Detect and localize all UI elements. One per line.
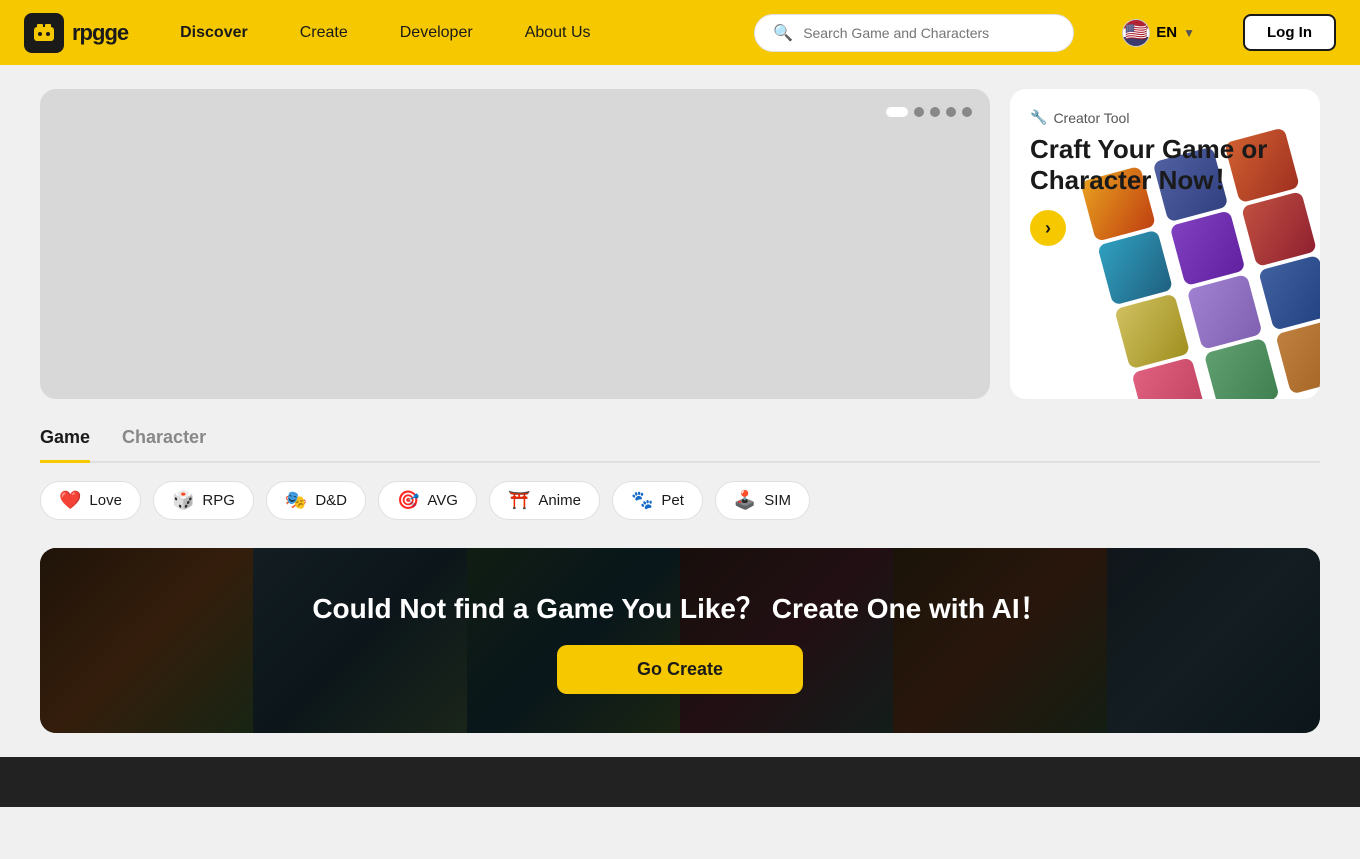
nav-create[interactable]: Create — [292, 20, 356, 46]
love-icon: ❤️ — [59, 490, 81, 511]
genre-chip-pet[interactable]: 🐾 Pet — [612, 481, 703, 520]
genre-chip-love[interactable]: ❤️ Love — [40, 481, 141, 520]
lang-text: EN — [1156, 24, 1177, 41]
dot-4[interactable] — [946, 107, 956, 117]
creator-card: 🔧 Creator Tool Craft Your Game or Charac… — [1010, 89, 1320, 399]
mosaic-thumb-11 — [1203, 338, 1279, 399]
search-icon: 🔍 — [773, 23, 793, 43]
genre-chips: ❤️ Love 🎲 RPG 🎭 D&D 🎯 AVG ⛩️ Anime 🐾 P — [40, 481, 1320, 520]
genre-chip-anime[interactable]: ⛩️ Anime — [489, 481, 600, 520]
promo-banner: Could Not find a Game You Like？ Create O… — [40, 548, 1320, 733]
main-content: 🔧 Creator Tool Craft Your Game or Charac… — [0, 65, 1360, 757]
login-button[interactable]: Log In — [1243, 14, 1336, 51]
mosaic-thumb-8 — [1186, 274, 1262, 350]
nav-about[interactable]: About Us — [517, 20, 599, 46]
nav-developer[interactable]: Developer — [392, 20, 481, 46]
tab-character[interactable]: Character — [122, 427, 206, 463]
footer-bar — [0, 757, 1360, 807]
pet-icon: 🐾 — [631, 490, 653, 511]
dot-3[interactable] — [930, 107, 940, 117]
anime-icon: ⛩️ — [508, 490, 530, 511]
logo-text: rpgge — [72, 20, 128, 46]
mosaic-thumb-12 — [1276, 318, 1320, 394]
dnd-icon: 🎭 — [285, 490, 307, 511]
tab-game[interactable]: Game — [40, 427, 90, 463]
rpg-icon: 🎲 — [172, 490, 194, 511]
language-selector[interactable]: 🇺🇸 EN ▼ — [1122, 19, 1195, 47]
chevron-down-icon: ▼ — [1183, 26, 1195, 40]
dot-2[interactable] — [914, 107, 924, 117]
creator-card-content: 🔧 Creator Tool Craft Your Game or Charac… — [1010, 89, 1320, 246]
dot-1[interactable] — [886, 107, 908, 117]
hero-section: 🔧 Creator Tool Craft Your Game or Charac… — [40, 89, 1320, 399]
mosaic-thumb-9 — [1259, 255, 1320, 331]
sim-icon: 🕹️ — [734, 490, 756, 511]
genre-chip-avg[interactable]: 🎯 AVG — [378, 481, 477, 520]
genre-chip-sim[interactable]: 🕹️ SIM — [715, 481, 810, 520]
logo[interactable]: rpgge — [24, 13, 128, 53]
creator-arrow-button[interactable]: › — [1030, 210, 1066, 246]
nav-discover[interactable]: Discover — [172, 20, 256, 46]
genre-chip-rpg[interactable]: 🎲 RPG — [153, 481, 254, 520]
mosaic-thumb-7 — [1114, 293, 1190, 369]
navbar: rpgge Discover Create Developer About Us… — [0, 0, 1360, 65]
tabs-row: Game Character — [40, 427, 1320, 463]
promo-overlay — [40, 548, 1320, 733]
slider-dots — [886, 107, 972, 117]
genre-chip-dnd[interactable]: 🎭 D&D — [266, 481, 366, 520]
creator-card-title: Craft Your Game or Character Now！ — [1030, 134, 1300, 196]
hero-slider[interactable] — [40, 89, 990, 399]
tabs-section: Game Character ❤️ Love 🎲 RPG 🎭 D&D 🎯 AVG — [40, 427, 1320, 520]
dot-5[interactable] — [962, 107, 972, 117]
flag-icon: 🇺🇸 — [1122, 19, 1150, 47]
wrench-icon: 🔧 — [1030, 109, 1047, 126]
search-input[interactable] — [803, 25, 1055, 41]
go-create-button[interactable]: Go Create — [557, 645, 803, 694]
creator-tool-label: 🔧 Creator Tool — [1030, 109, 1300, 126]
search-bar[interactable]: 🔍 — [754, 14, 1074, 52]
logo-icon — [24, 13, 64, 53]
promo-headline: Could Not find a Game You Like？ Create O… — [312, 587, 1047, 627]
avg-icon: 🎯 — [397, 490, 419, 511]
